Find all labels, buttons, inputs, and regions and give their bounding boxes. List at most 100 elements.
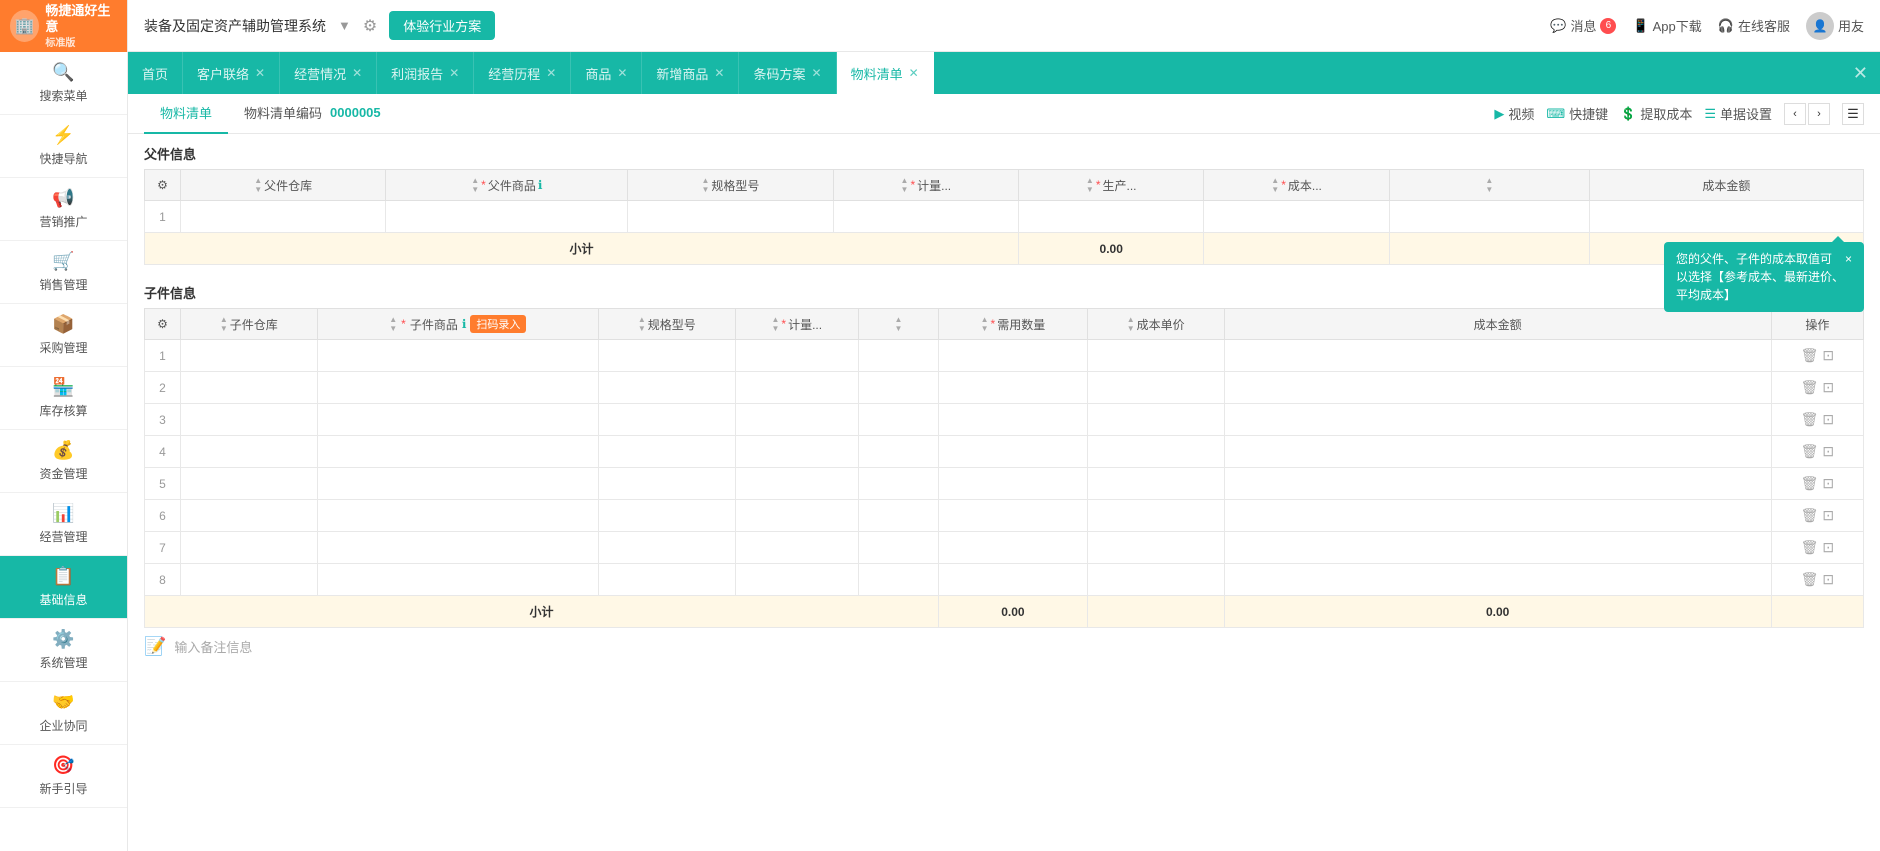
child-row-2-goods[interactable] [317,372,598,404]
tab-profit[interactable]: 利润报告 ✕ [377,52,474,94]
parent-row-1-goods[interactable] [386,201,628,233]
child-sort-quantity[interactable]: ▲▼ [981,315,989,333]
child-row-4-spec[interactable] [598,436,735,468]
nav-prev[interactable]: ‹ [1784,103,1806,125]
settings-action[interactable]: ☰ 单据设置 [1704,104,1772,123]
sort-spec[interactable]: ▲▼ [701,176,709,194]
tab-goods[interactable]: 商品 ✕ [571,52,642,94]
delete-icon-6[interactable]: 🗑 [1801,507,1819,524]
child-row-4-unit[interactable] [735,436,858,468]
copy-icon-6[interactable]: ⊡ [1822,507,1834,524]
copy-icon-2[interactable]: ⊡ [1822,379,1834,396]
tab-business[interactable]: 经营情况 ✕ [280,52,377,94]
sub-tab-bom-code[interactable]: 物料清单编码 0000005 [228,94,397,134]
tab-customer-close[interactable]: ✕ [255,66,265,80]
child-row-6-spec[interactable] [598,500,735,532]
child-row-2-unit[interactable] [735,372,858,404]
child-row-8-spec[interactable] [598,564,735,596]
tab-bom[interactable]: 物料清单 ✕ [837,52,934,94]
sort-warehouse[interactable]: ▲▼ [254,176,262,194]
shortcut-action[interactable]: ⌨ 快捷键 [1546,104,1608,123]
child-sort-spec[interactable]: ▲▼ [638,315,646,333]
parent-row-1-unit[interactable] [833,201,1018,233]
child-row-1-spec[interactable] [598,340,735,372]
sidebar-item-enterprise[interactable]: 🤝 企业协同 [0,682,127,745]
copy-icon-3[interactable]: ⊡ [1822,411,1834,428]
child-sort-warehouse[interactable]: ▲▼ [220,315,228,333]
app-download-action[interactable]: 📱 App下载 [1632,16,1701,35]
child-row-2-quantity[interactable] [938,372,1087,404]
child-row-6-warehouse[interactable] [181,500,318,532]
child-row-5-unit[interactable] [735,468,858,500]
sort-goods[interactable]: ▲▼ [471,176,479,194]
sidebar-item-finance[interactable]: 💰 资金管理 [0,430,127,493]
tab-history-close[interactable]: ✕ [546,66,556,80]
child-row-1-quantity[interactable] [938,340,1087,372]
delete-icon-5[interactable]: 🗑 [1801,475,1819,492]
system-title-arrow[interactable]: ▼ [338,18,351,33]
tab-goods-close[interactable]: ✕ [617,66,627,80]
tab-home[interactable]: 首页 [128,52,183,94]
child-row-5-quantity[interactable] [938,468,1087,500]
gear-icon[interactable]: ⚙ [363,16,377,36]
child-row-7-warehouse[interactable] [181,532,318,564]
child-row-8-goods[interactable] [317,564,598,596]
delete-icon-2[interactable]: 🗑 [1801,379,1819,396]
child-row-5-unit-cost[interactable] [1087,468,1224,500]
child-row-3-unit-cost[interactable] [1087,404,1224,436]
sidebar-item-search[interactable]: 🔍 搜索菜单 [0,52,127,115]
tab-profit-close[interactable]: ✕ [449,66,459,80]
child-row-8-unit[interactable] [735,564,858,596]
nav-next[interactable]: › [1808,103,1830,125]
sidebar-item-operation[interactable]: 📊 经营管理 [0,493,127,556]
copy-icon-5[interactable]: ⊡ [1822,475,1834,492]
delete-icon-1[interactable]: 🗑 [1801,347,1819,364]
child-row-2-warehouse[interactable] [181,372,318,404]
delete-icon-8[interactable]: 🗑 [1801,571,1819,588]
copy-icon-1[interactable]: ⊡ [1822,347,1834,364]
child-row-4-goods[interactable] [317,436,598,468]
tab-barcode[interactable]: 条码方案 ✕ [739,52,836,94]
child-row-5-spec[interactable] [598,468,735,500]
sidebar-item-sales[interactable]: 🛒 销售管理 [0,241,127,304]
child-row-2-spec[interactable] [598,372,735,404]
sidebar-item-quick-nav[interactable]: ⚡ 快捷导航 [0,115,127,178]
sidebar-item-guide[interactable]: 🎯 新手引导 [0,745,127,808]
sub-tab-bom-list[interactable]: 物料清单 [144,94,228,134]
parent-row-1-warehouse[interactable] [181,201,386,233]
child-row-2-unit-cost[interactable] [1087,372,1224,404]
message-action[interactable]: 💬 消息 6 [1550,16,1616,35]
tab-business-close[interactable]: ✕ [352,66,362,80]
sidebar-item-system[interactable]: ⚙️ 系统管理 [0,619,127,682]
parent-row-1-spec[interactable] [628,201,833,233]
sort-cost[interactable]: ▲▼ [1271,176,1279,194]
child-sort-blank[interactable]: ▲▼ [895,315,903,333]
delete-icon-3[interactable]: 🗑 [1801,411,1819,428]
sidebar-item-basic-info[interactable]: 📋 基础信息 [0,556,127,619]
layout-icon[interactable]: ☰ [1842,103,1864,125]
parent-row-1-production[interactable] [1019,201,1204,233]
copy-icon-8[interactable]: ⊡ [1822,571,1834,588]
child-row-3-warehouse[interactable] [181,404,318,436]
child-row-8-quantity[interactable] [938,564,1087,596]
child-row-4-quantity[interactable] [938,436,1087,468]
tab-barcode-close[interactable]: ✕ [812,66,822,80]
online-service-action[interactable]: 🎧 在线客服 [1718,16,1790,35]
child-row-3-unit[interactable] [735,404,858,436]
close-all-tabs[interactable]: ✕ [1841,63,1880,84]
child-row-5-goods[interactable] [317,468,598,500]
sidebar-item-inventory[interactable]: 🏪 库存核算 [0,367,127,430]
tab-bom-close[interactable]: ✕ [909,66,919,80]
child-row-6-unit[interactable] [735,500,858,532]
child-row-6-unit-cost[interactable] [1087,500,1224,532]
tooltip-close[interactable]: × [1845,250,1852,268]
sidebar-item-marketing[interactable]: 📢 营销推广 [0,178,127,241]
child-row-7-unit-cost[interactable] [1087,532,1224,564]
delete-icon-7[interactable]: 🗑 [1801,539,1819,556]
child-row-1-warehouse[interactable] [181,340,318,372]
child-sort-unit-cost[interactable]: ▲▼ [1127,315,1135,333]
copy-icon-7[interactable]: ⊡ [1822,539,1834,556]
user-action[interactable]: 👤 用友 [1806,12,1864,40]
child-row-1-unit[interactable] [735,340,858,372]
scan-badge[interactable]: 扫码录入 [470,315,526,333]
